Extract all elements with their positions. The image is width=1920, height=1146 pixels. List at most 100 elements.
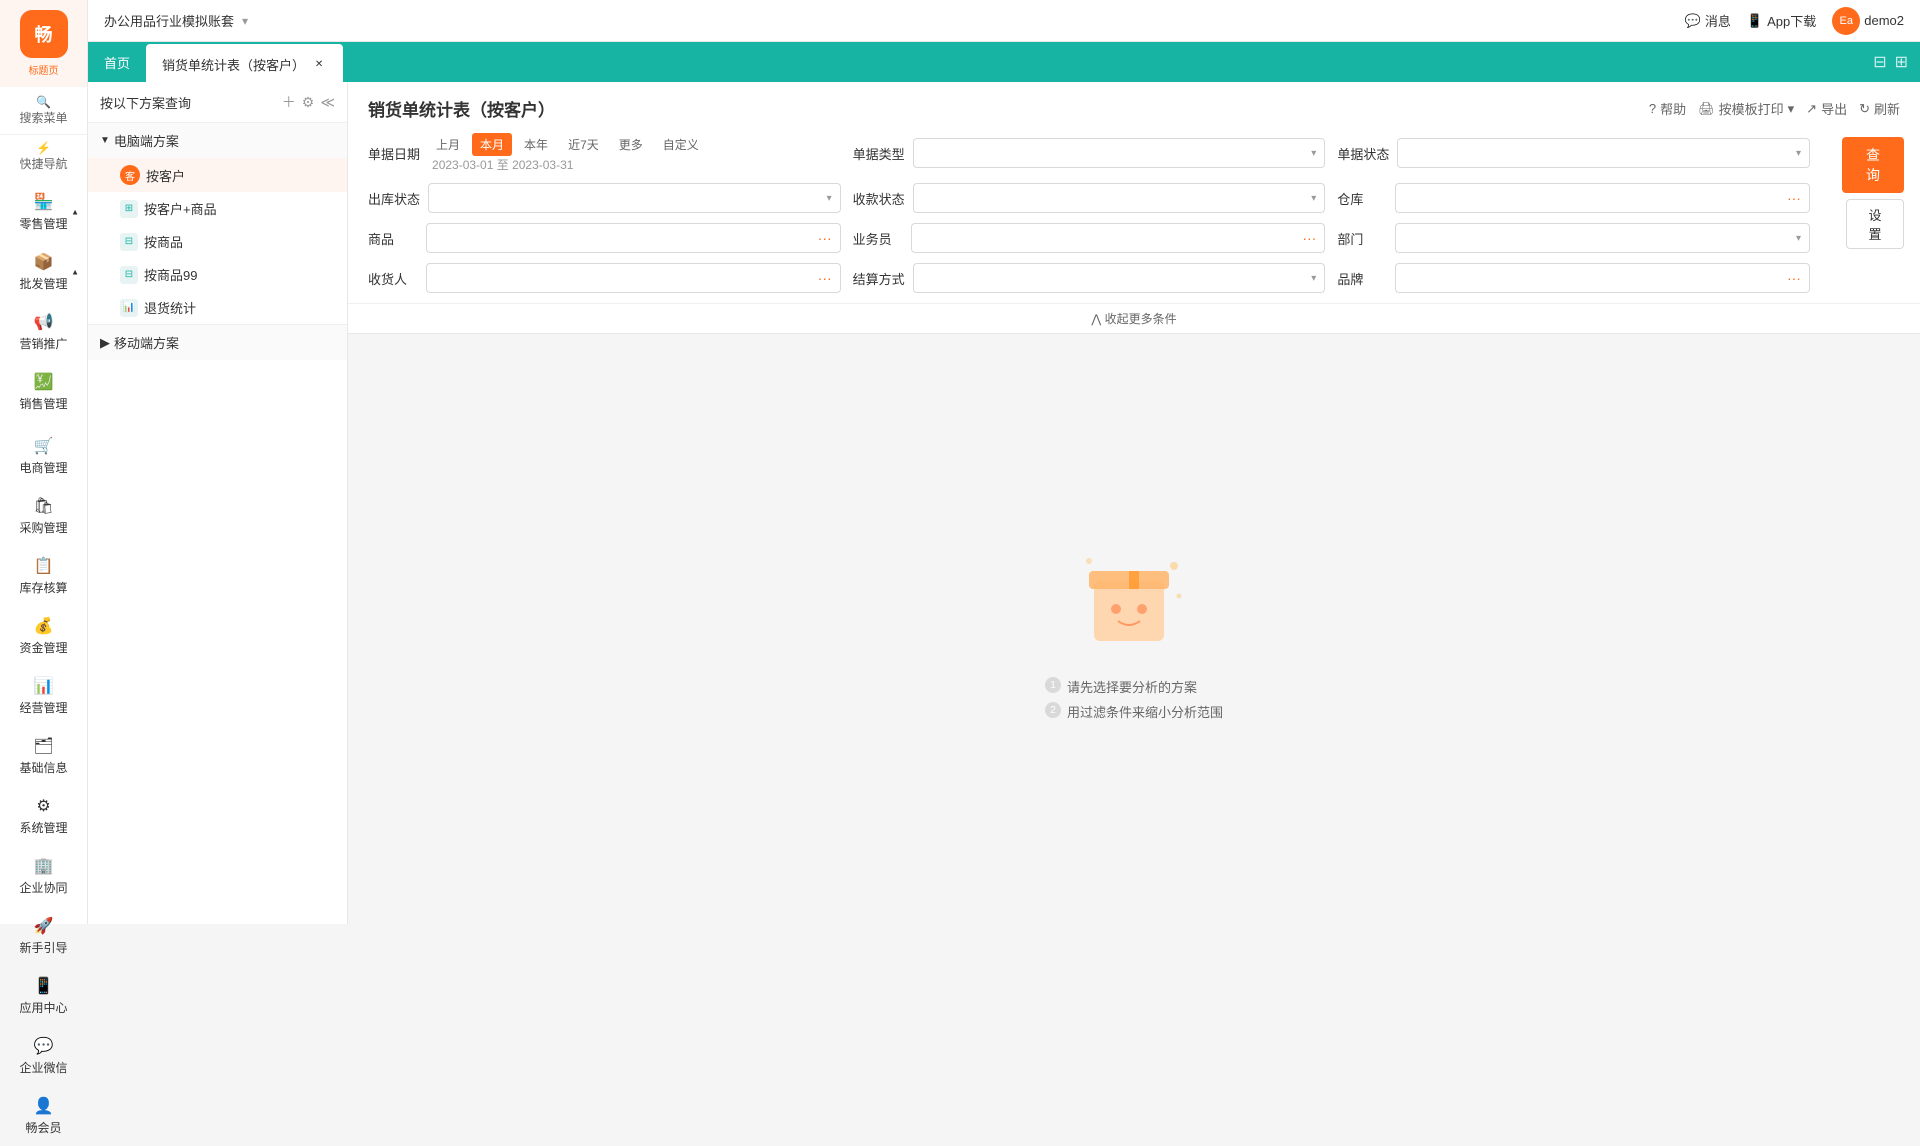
scheme-panel-title: 按以下方案查询 bbox=[100, 93, 276, 112]
date-label: 单据日期 bbox=[368, 144, 420, 163]
search-icon: 🔍 bbox=[0, 95, 87, 109]
scheme-group-desktop-title[interactable]: ▼ 电脑端方案 bbox=[88, 123, 347, 158]
tab-home[interactable]: 首页 bbox=[88, 42, 146, 82]
wechat-label: 企业微信 bbox=[19, 1059, 67, 1076]
by-customer-goods-icon: ⊞ bbox=[120, 200, 138, 218]
tab-home-label: 首页 bbox=[104, 53, 130, 72]
scheme-item-by-customer-goods[interactable]: ⊞ 按客户+商品 bbox=[88, 192, 347, 225]
mobile-group-label: 移动端方案 bbox=[114, 333, 179, 352]
warehouse-control[interactable]: ··· bbox=[1395, 183, 1810, 213]
system-label: 系统管理 bbox=[19, 819, 67, 836]
scheme-item-by-goods-99[interactable]: ⊟ 按商品99 bbox=[88, 258, 347, 291]
sidebar-item-newguide[interactable]: 🚀 新手引导 bbox=[0, 906, 87, 966]
print-action[interactable]: 🖨 按模板打印 ▾ bbox=[1698, 99, 1794, 118]
empty-state: 1 请先选择要分析的方案 2 用过滤条件来缩小分析范围 bbox=[348, 334, 1920, 924]
empty-text: 1 请先选择要分析的方案 2 用过滤条件来缩小分析范围 bbox=[1045, 677, 1223, 727]
brand-control[interactable]: ··· bbox=[1395, 263, 1810, 293]
filter-row-2: 商品 ··· 业务员 ··· bbox=[368, 223, 1810, 253]
date-tab-last7days[interactable]: 近7天 bbox=[560, 133, 607, 156]
date-tab-more[interactable]: 更多 bbox=[611, 133, 651, 156]
header-dropdown-icon[interactable]: ▾ bbox=[242, 14, 248, 28]
filter-and-buttons: 单据日期 上月 本月 本年 近7天 更多 自定义 bbox=[348, 121, 1920, 303]
date-controls: 上月 本月 本年 近7天 更多 自定义 2023-03-01 至 2023-03… bbox=[428, 133, 841, 173]
filter-item-receiver: 收货人 ··· bbox=[368, 263, 841, 293]
export-action[interactable]: ↗ 导出 bbox=[1806, 99, 1847, 118]
step2-num: 2 bbox=[1045, 702, 1061, 718]
sidebar-search-label: 搜索菜单 bbox=[0, 109, 87, 126]
sidebar-item-enterprise[interactable]: 🏢 企业协同 bbox=[0, 846, 87, 906]
tab-close-icon[interactable]: ✕ bbox=[311, 56, 327, 72]
user-profile[interactable]: Ea demo2 bbox=[1832, 7, 1904, 35]
sidebar-item-appcenter[interactable]: 📱 应用中心 bbox=[0, 966, 87, 1026]
sidebar-nav-shortcut[interactable]: ⚡ 快捷导航 bbox=[0, 135, 87, 178]
sidebar-item-member[interactable]: 👤 畅会员 bbox=[0, 1086, 87, 1146]
step1-num: 1 bbox=[1045, 677, 1061, 693]
scheme-item-return-stats[interactable]: 📊 退货统计 bbox=[88, 291, 347, 324]
tab-sales-stats-label: 销货单统计表（按客户） bbox=[162, 55, 305, 74]
scheme-item-by-goods[interactable]: ⊟ 按商品 bbox=[88, 225, 347, 258]
logo-abbr: 畅 bbox=[35, 21, 53, 47]
page-title-row: 销货单统计表（按客户） ? 帮助 🖨 按模板打印 ▾ ↗ bbox=[348, 82, 1920, 121]
scheme-settings-icon[interactable]: ⚙ bbox=[302, 94, 315, 111]
sidebar-item-purchase[interactable]: 🛍 采购管理 bbox=[0, 486, 87, 546]
sidebar-item-finance[interactable]: 💰 资金管理 bbox=[0, 606, 87, 666]
payment-method-arrow-icon: ▾ bbox=[1311, 273, 1316, 284]
member-icon: 👤 bbox=[34, 1096, 54, 1116]
scheme-item-by-customer[interactable]: 客 按客户 bbox=[88, 158, 347, 192]
tab-sales-stats[interactable]: 销货单统计表（按客户） ✕ bbox=[146, 44, 343, 84]
date-range-display: 2023-03-01 至 2023-03-31 bbox=[432, 156, 841, 173]
nav-shortcut-icon: ⚡ bbox=[0, 141, 87, 155]
department-control[interactable]: ▾ bbox=[1395, 223, 1810, 253]
retail-icon: 🏪 bbox=[34, 192, 54, 212]
collapse-row[interactable]: ⋀ 收起更多条件 bbox=[348, 303, 1920, 333]
tab-minimize-icon[interactable]: ⊟ bbox=[1873, 52, 1886, 72]
sidebar-search[interactable]: 🔍 搜索菜单 bbox=[0, 87, 87, 135]
payment-status-control[interactable]: ▾ bbox=[913, 183, 1326, 213]
bill-status-control[interactable]: ▾ bbox=[1397, 138, 1810, 168]
sidebar-item-wechat[interactable]: 💬 企业微信 bbox=[0, 1026, 87, 1086]
scheme-group-mobile[interactable]: ▶ 移动端方案 bbox=[88, 324, 347, 360]
operations-label: 经营管理 bbox=[19, 699, 67, 716]
sidebar-item-base[interactable]: 🗂 基础信息 bbox=[0, 726, 87, 786]
empty-svg bbox=[1064, 531, 1204, 661]
receiver-control[interactable]: ··· bbox=[426, 263, 841, 293]
tab-fullscreen-icon[interactable]: ⊞ bbox=[1895, 52, 1908, 72]
scheme-add-icon[interactable]: ＋ bbox=[282, 92, 296, 112]
empty-step-1: 1 请先选择要分析的方案 bbox=[1045, 677, 1223, 696]
sidebar-item-system[interactable]: ⚙ 系统管理 bbox=[0, 786, 87, 846]
setting-button[interactable]: 设置 bbox=[1846, 199, 1904, 249]
goods-control[interactable]: ··· bbox=[426, 223, 841, 253]
query-button[interactable]: 查询 bbox=[1842, 137, 1904, 193]
by-customer-label: 按客户 bbox=[146, 166, 185, 185]
refresh-label: 刷新 bbox=[1874, 99, 1900, 118]
refresh-action[interactable]: ↻ 刷新 bbox=[1859, 99, 1900, 118]
date-tab-this-year[interactable]: 本年 bbox=[516, 133, 556, 156]
print-label: 按模板打印 bbox=[1719, 99, 1784, 118]
salesperson-control[interactable]: ··· bbox=[911, 223, 1326, 253]
filter-item-payment-status: 收款状态 ▾ bbox=[853, 183, 1326, 213]
app-download-button[interactable]: 📱 App下载 bbox=[1747, 11, 1816, 30]
out-status-control[interactable]: ▾ bbox=[428, 183, 841, 213]
sidebar-item-marketing[interactable]: 📢 营销推广 bbox=[0, 302, 87, 362]
filter-item-warehouse: 仓库 ··· bbox=[1337, 183, 1810, 213]
payment-method-control[interactable]: ▾ bbox=[913, 263, 1326, 293]
bill-type-arrow-icon: ▾ bbox=[1311, 148, 1316, 159]
tab-bar-end: ⊟ ⊞ bbox=[1873, 52, 1920, 72]
date-tab-custom[interactable]: 自定义 bbox=[655, 133, 707, 156]
filter-item-bill-status: 单据状态 ▾ bbox=[1337, 133, 1810, 173]
bill-type-control[interactable]: ▾ bbox=[913, 138, 1326, 168]
date-tab-this-month[interactable]: 本月 bbox=[472, 133, 512, 156]
message-button[interactable]: 💬 消息 bbox=[1685, 11, 1731, 30]
sidebar-item-operations[interactable]: 📊 经营管理 bbox=[0, 666, 87, 726]
sidebar-item-sales[interactable]: 💹 销售管理 bbox=[0, 362, 87, 422]
sidebar-item-retail[interactable]: 🏪 零售管理 bbox=[0, 182, 87, 242]
sidebar-item-inventory[interactable]: 📋 库存核算 bbox=[0, 546, 87, 606]
date-tab-last-month[interactable]: 上月 bbox=[428, 133, 468, 156]
avatar-text: Ea bbox=[1840, 15, 1853, 27]
help-action[interactable]: ? 帮助 bbox=[1649, 99, 1686, 118]
page-title: 销货单统计表（按客户） bbox=[368, 96, 555, 121]
scheme-collapse-icon[interactable]: ≪ bbox=[320, 94, 335, 111]
sidebar-item-wholesale[interactable]: 📦 批发管理 bbox=[0, 242, 87, 302]
sidebar-item-ecommerce[interactable]: 🛒 电商管理 bbox=[0, 426, 87, 486]
by-customer-goods-label: 按客户+商品 bbox=[144, 199, 217, 218]
